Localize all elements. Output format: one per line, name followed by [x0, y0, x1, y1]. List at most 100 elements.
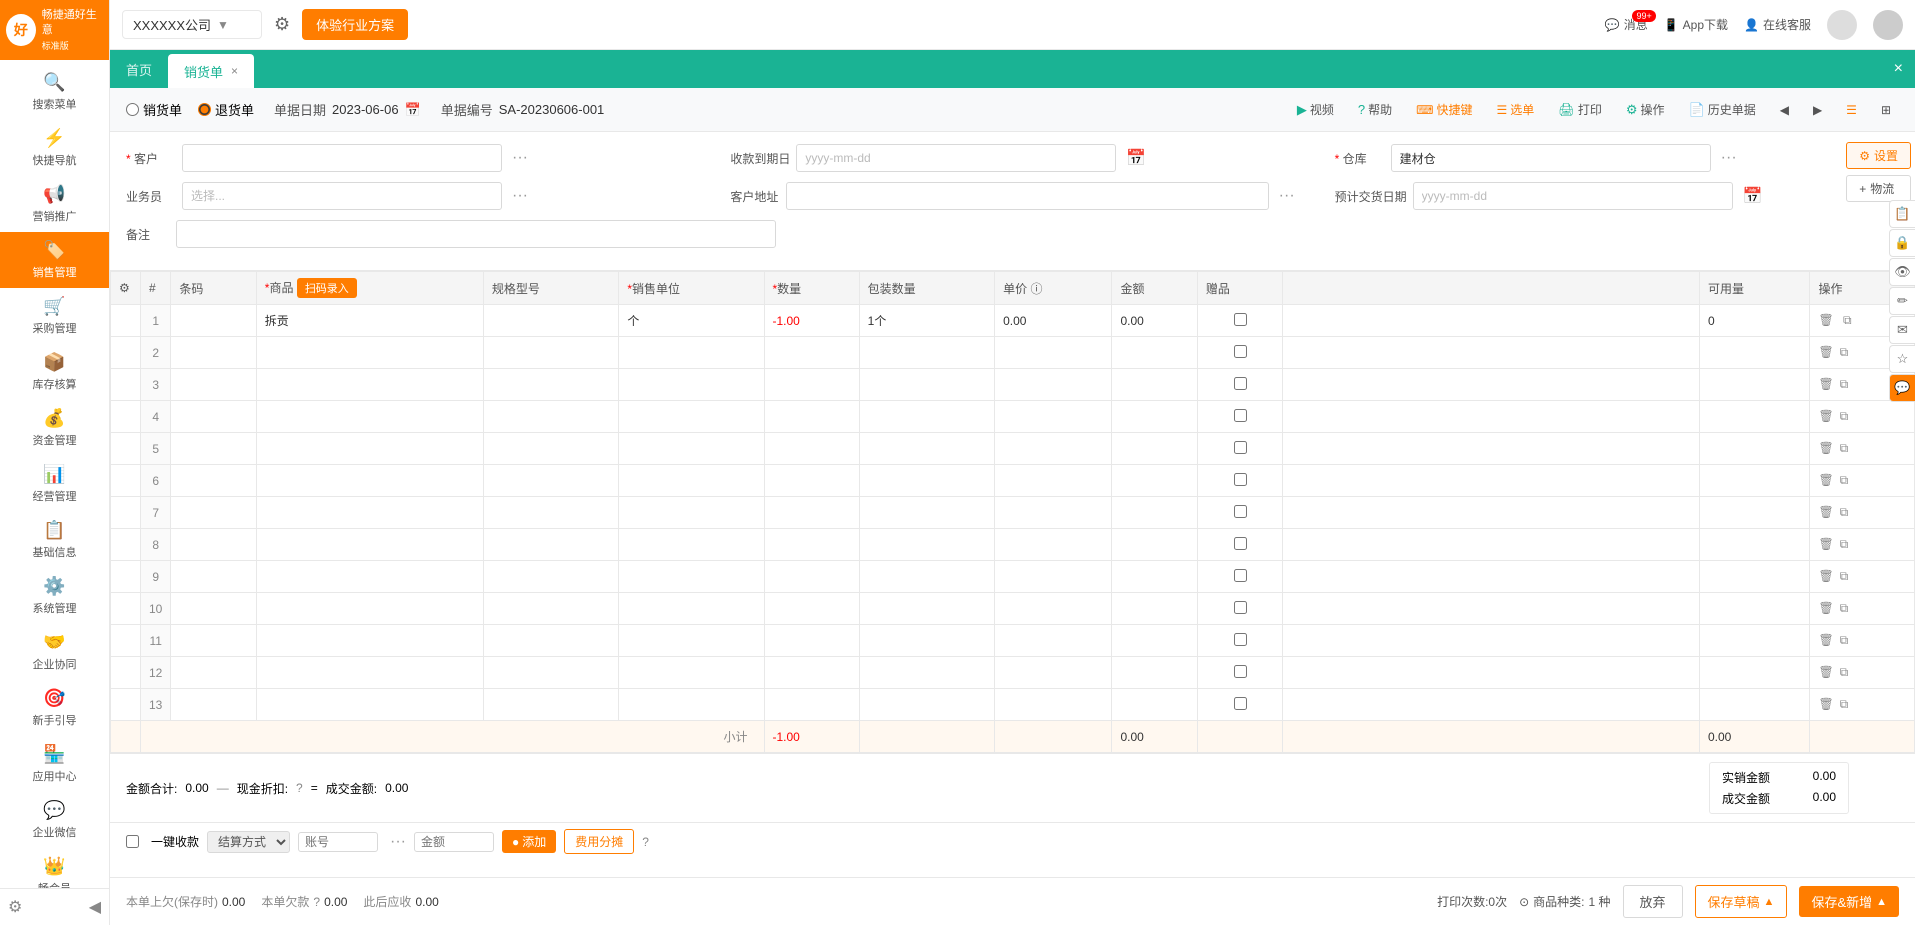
sidebar-item-appstore[interactable]: 🏪 应用中心 — [0, 736, 109, 792]
address-more-icon[interactable]: ··· — [1279, 187, 1295, 205]
settings-icon[interactable]: ⚙ — [274, 14, 290, 35]
warehouse-more-icon[interactable]: ··· — [1721, 149, 1737, 167]
sidebar-item-inventory[interactable]: 📦 库存核算 — [0, 344, 109, 400]
setup-button[interactable]: ⚙ 设置 — [1846, 142, 1911, 169]
sidebar-item-search[interactable]: 🔍 搜索菜单 — [0, 64, 109, 120]
notes-input[interactable] — [176, 220, 776, 248]
fee-split-button[interactable]: 费用分摊 — [564, 829, 634, 854]
copy-icon[interactable]: ⧉ — [1840, 569, 1849, 583]
add-payment-button[interactable]: ● 添加 — [502, 830, 556, 853]
cell-barcode[interactable] — [171, 305, 256, 337]
cell-pkg[interactable]: 1个 — [859, 305, 994, 337]
delete-icon[interactable]: 🗑 — [1818, 473, 1833, 487]
customer-more-icon[interactable]: ··· — [512, 149, 528, 167]
account-input[interactable] — [298, 832, 378, 852]
sidebar-item-shortcut[interactable]: ⚡ 快捷导航 — [0, 120, 109, 176]
cell-spec[interactable] — [483, 305, 618, 337]
sidebar-item-enterprise[interactable]: 🤝 企业协同 — [0, 624, 109, 680]
rfb-2[interactable]: 🔒 — [1889, 229, 1915, 257]
logistics-button[interactable]: + 物流 — [1846, 175, 1911, 202]
sidebar-item-purchase[interactable]: 🛒 采购管理 — [0, 288, 109, 344]
calendar-icon[interactable]: 📅 — [405, 102, 421, 118]
help-btn[interactable]: ? 帮助 — [1350, 98, 1400, 121]
address-input[interactable] — [786, 182, 1268, 210]
settings-icon[interactable]: ⚙ — [8, 897, 22, 917]
sidebar-item-wechat[interactable]: 💬 企业微信 — [0, 792, 109, 848]
print-btn[interactable]: 🖨 打印 — [1550, 98, 1610, 121]
cell-amount[interactable]: 0.00 — [1112, 305, 1197, 337]
sidebar-item-finance[interactable]: 💰 资金管理 — [0, 400, 109, 456]
amount-input[interactable] — [414, 832, 494, 852]
copy-icon[interactable]: ⧉ — [1840, 697, 1849, 711]
copy-icon[interactable]: ⧉ — [1840, 601, 1849, 615]
card-view-btn[interactable]: ⊞ — [1873, 100, 1899, 120]
message-button[interactable]: 💬 消息 99+ — [1605, 16, 1648, 33]
tab-bar-close-icon[interactable]: × — [1894, 60, 1903, 78]
rfb-3[interactable]: 👁 — [1889, 258, 1915, 286]
copy-icon[interactable]: ⧉ — [1840, 345, 1849, 359]
payment-checkbox[interactable] — [126, 835, 139, 848]
cell-product[interactable]: 拆贡 — [256, 305, 483, 337]
delete-icon[interactable]: 🗑 — [1818, 665, 1833, 679]
delete-icon[interactable]: 🗑 — [1818, 313, 1833, 327]
copy-icon[interactable]: ⧉ — [1840, 409, 1849, 423]
discount-help-icon[interactable]: ? — [296, 781, 303, 795]
sidebar-item-marketing[interactable]: 📢 营销推广 — [0, 176, 109, 232]
grid-view-btn[interactable]: ☰ — [1838, 100, 1865, 120]
copy-icon[interactable]: ⧉ — [1840, 665, 1849, 679]
rfb-4[interactable]: ✏ — [1889, 287, 1915, 315]
sidebar-item-guide[interactable]: 🎯 新手引导 — [0, 680, 109, 736]
calc-method-select[interactable]: 结算方式 — [207, 831, 290, 853]
rfb-1[interactable]: 📋 — [1889, 200, 1915, 228]
copy-icon[interactable]: ⧉ — [1840, 441, 1849, 455]
select-btn[interactable]: ☰ 选单 — [1489, 98, 1543, 121]
tab-sales-order[interactable]: 销货单 × — [168, 54, 254, 88]
copy-icon[interactable]: ⧉ — [1840, 537, 1849, 551]
customer-input[interactable] — [182, 144, 502, 172]
expected-calendar-icon[interactable]: 📅 — [1743, 186, 1763, 206]
delete-icon[interactable]: 🗑 — [1818, 633, 1833, 647]
delete-icon[interactable]: 🗑 — [1818, 377, 1833, 391]
sidebar-item-operations[interactable]: 📊 经营管理 — [0, 456, 109, 512]
sidebar-item-system[interactable]: ⚙️ 系统管理 — [0, 568, 109, 624]
video-btn[interactable]: ▶ 视频 — [1289, 98, 1342, 121]
scan-button[interactable]: 扫码录入 — [297, 278, 357, 298]
tab-home[interactable]: 首页 — [110, 50, 168, 88]
radio-sale[interactable]: 销货单 — [126, 100, 182, 119]
prev-btn[interactable]: ◀ — [1772, 100, 1797, 120]
delete-icon[interactable]: 🗑 — [1818, 537, 1833, 551]
save-new-button[interactable]: 保存&新增 ▲ — [1799, 886, 1899, 917]
row-settings[interactable] — [111, 305, 141, 337]
abandon-button[interactable]: 放弃 — [1623, 885, 1683, 918]
cell-unit[interactable]: 个 — [619, 305, 764, 337]
user-avatar[interactable] — [1873, 10, 1903, 40]
fee-help-icon[interactable]: ? — [642, 835, 649, 849]
copy-icon[interactable]: ⧉ — [1840, 633, 1849, 647]
sidebar-item-member[interactable]: 👑 畅会员 — [0, 848, 109, 888]
collection-date-input[interactable] — [796, 144, 1116, 172]
radio-return[interactable]: 退货单 — [198, 100, 254, 119]
history-btn[interactable]: 📄 历史单据 — [1681, 98, 1764, 121]
copy-icon[interactable]: ⧉ — [1840, 377, 1849, 391]
debt-help-icon[interactable]: ? — [313, 895, 320, 909]
account-more-icon[interactable]: ··· — [390, 833, 406, 851]
collection-calendar-icon[interactable]: 📅 — [1126, 148, 1146, 168]
delete-icon[interactable]: 🗑 — [1818, 569, 1833, 583]
delete-icon[interactable]: 🗑 — [1818, 601, 1833, 615]
rfb-7[interactable]: 💬 — [1889, 374, 1915, 402]
salesperson-more-icon[interactable]: ··· — [512, 187, 528, 205]
trial-button[interactable]: 体验行业方案 — [302, 9, 408, 40]
operation-btn[interactable]: ⚙ 操作 — [1618, 98, 1673, 121]
salesperson-input[interactable] — [182, 182, 502, 210]
cell-price[interactable]: 0.00 — [995, 305, 1112, 337]
next-btn[interactable]: ▶ — [1805, 100, 1830, 120]
sidebar-item-sales[interactable]: 🏷️ 销售管理 — [0, 232, 109, 288]
avatar[interactable] — [1827, 10, 1857, 40]
save-draft-button[interactable]: 保存草稿 ▲ — [1695, 885, 1788, 918]
collapse-icon[interactable]: ◀ — [89, 897, 101, 917]
copy-icon[interactable]: ⧉ — [1840, 473, 1849, 487]
cell-qty[interactable]: -1.00 — [764, 305, 859, 337]
customer-service-button[interactable]: 👤 在线客服 — [1744, 16, 1811, 33]
cell-gift[interactable] — [1197, 305, 1282, 337]
delete-icon[interactable]: 🗑 — [1818, 345, 1833, 359]
